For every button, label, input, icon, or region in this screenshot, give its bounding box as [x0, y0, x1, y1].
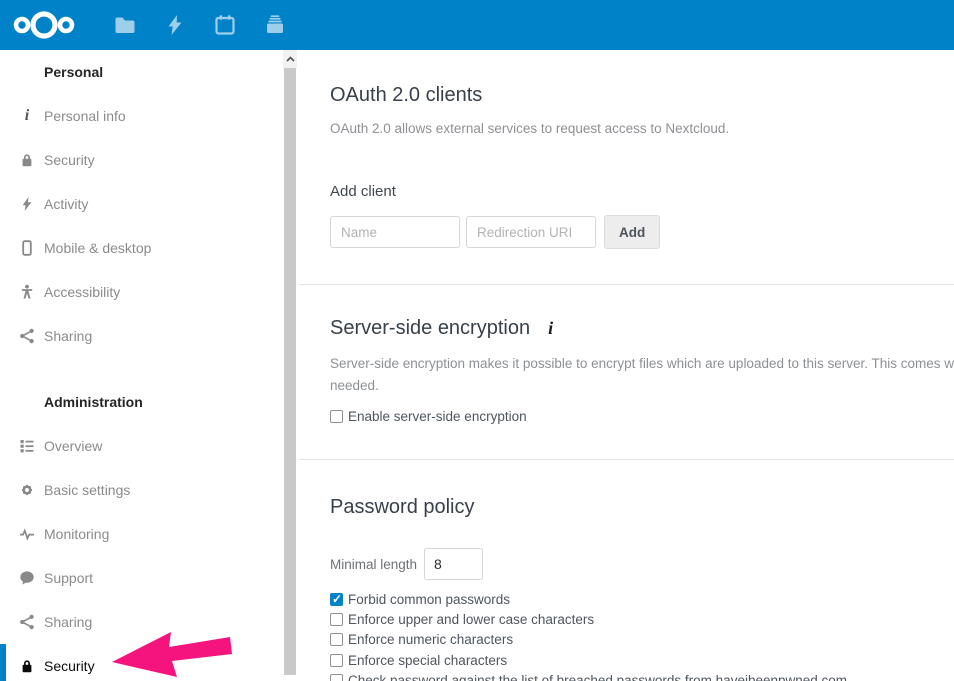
top-header-bar — [0, 0, 954, 50]
activity-icon[interactable] — [150, 0, 200, 50]
settings-sidebar: Personal i Personal info Security Activi… — [0, 50, 300, 681]
password-policy-title: Password policy — [300, 460, 954, 519]
sidebar-item-support[interactable]: Support — [0, 556, 300, 600]
enable-encryption-label: Enable server-side encryption — [348, 409, 527, 424]
nextcloud-logo[interactable] — [12, 8, 76, 42]
sidebar-item-security-admin[interactable]: Security — [0, 644, 300, 681]
enforce-case-checkbox[interactable] — [330, 613, 343, 626]
sidebar-item-basic-settings[interactable]: Basic settings — [0, 468, 300, 512]
enforce-numeric-checkbox[interactable] — [330, 633, 343, 646]
deck-icon[interactable] — [250, 0, 300, 50]
enable-encryption-checkbox[interactable] — [330, 410, 343, 423]
sidebar-item-mobile-desktop[interactable]: Mobile & desktop — [0, 226, 300, 270]
activity-icon — [19, 196, 35, 212]
encryption-section: Server-side encryption i Server-side enc… — [300, 285, 954, 460]
chevron-up-icon — [286, 56, 295, 62]
enforce-special-checkbox[interactable] — [330, 654, 343, 667]
enforce-case-row[interactable]: Enforce upper and lower case characters — [330, 609, 954, 629]
oauth-title: OAuth 2.0 clients — [300, 50, 954, 107]
scrollbar-thumb[interactable] — [284, 68, 296, 675]
client-name-input[interactable] — [330, 216, 460, 248]
calendar-icon[interactable] — [200, 0, 250, 50]
oauth-section: OAuth 2.0 clients OAuth 2.0 allows exter… — [300, 50, 954, 285]
minimal-length-input[interactable] — [424, 548, 483, 580]
accessibility-icon — [19, 284, 35, 300]
app-menu — [100, 0, 300, 50]
add-client-button[interactable]: Add — [604, 215, 660, 249]
scrollbar-up-button[interactable] — [283, 50, 297, 68]
files-icon[interactable] — [100, 0, 150, 50]
password-policy-options: Forbid common passwords Enforce upper an… — [300, 589, 954, 681]
oauth-description: OAuth 2.0 allows external services to re… — [300, 118, 954, 139]
forbid-common-passwords-checkbox[interactable] — [330, 593, 343, 606]
add-client-label: Add client — [300, 183, 954, 200]
check-hibp-row[interactable]: Check password against the list of breac… — [330, 670, 954, 681]
share-icon — [19, 614, 35, 630]
sidebar-item-personal-info[interactable]: i Personal info — [0, 94, 300, 138]
lock-icon — [19, 152, 35, 168]
sidebar-section-administration: Administration — [0, 380, 300, 424]
password-policy-section: Password policy Minimal length Forbid co… — [300, 460, 954, 681]
sidebar-item-sharing-personal[interactable]: Sharing — [0, 314, 300, 358]
sidebar-section-personal: Personal — [0, 50, 300, 94]
info-icon: i — [19, 108, 35, 124]
redirection-uri-input[interactable] — [466, 216, 596, 248]
share-icon — [19, 328, 35, 344]
enable-encryption-checkbox-row[interactable]: Enable server-side encryption — [300, 409, 954, 424]
sidebar-item-sharing-admin[interactable]: Sharing — [0, 600, 300, 644]
encryption-description: Server-side encryption makes it possible… — [300, 353, 954, 396]
sidebar-item-security-personal[interactable]: Security — [0, 138, 300, 182]
enforce-numeric-row[interactable]: Enforce numeric characters — [330, 630, 954, 650]
minimal-length-label: Minimal length — [330, 557, 417, 572]
encryption-title: Server-side encryption — [330, 317, 530, 340]
sidebar-item-activity[interactable]: Activity — [0, 182, 300, 226]
sidebar-scrollbar[interactable] — [283, 50, 297, 681]
sidebar-item-monitoring[interactable]: Monitoring — [0, 512, 300, 556]
check-hibp-checkbox[interactable] — [330, 674, 343, 681]
support-icon — [19, 570, 35, 586]
gear-icon — [19, 482, 35, 498]
phone-icon — [19, 240, 35, 256]
forbid-common-passwords-row[interactable]: Forbid common passwords — [330, 589, 954, 609]
sidebar-item-accessibility[interactable]: Accessibility — [0, 270, 300, 314]
sidebar-item-overview[interactable]: Overview — [0, 424, 300, 468]
enforce-special-row[interactable]: Enforce special characters — [330, 650, 954, 670]
settings-content: OAuth 2.0 clients OAuth 2.0 allows exter… — [300, 50, 954, 681]
lock-icon — [19, 658, 35, 674]
overview-icon — [19, 438, 35, 454]
monitoring-icon — [19, 526, 35, 542]
info-icon[interactable]: i — [548, 318, 553, 339]
